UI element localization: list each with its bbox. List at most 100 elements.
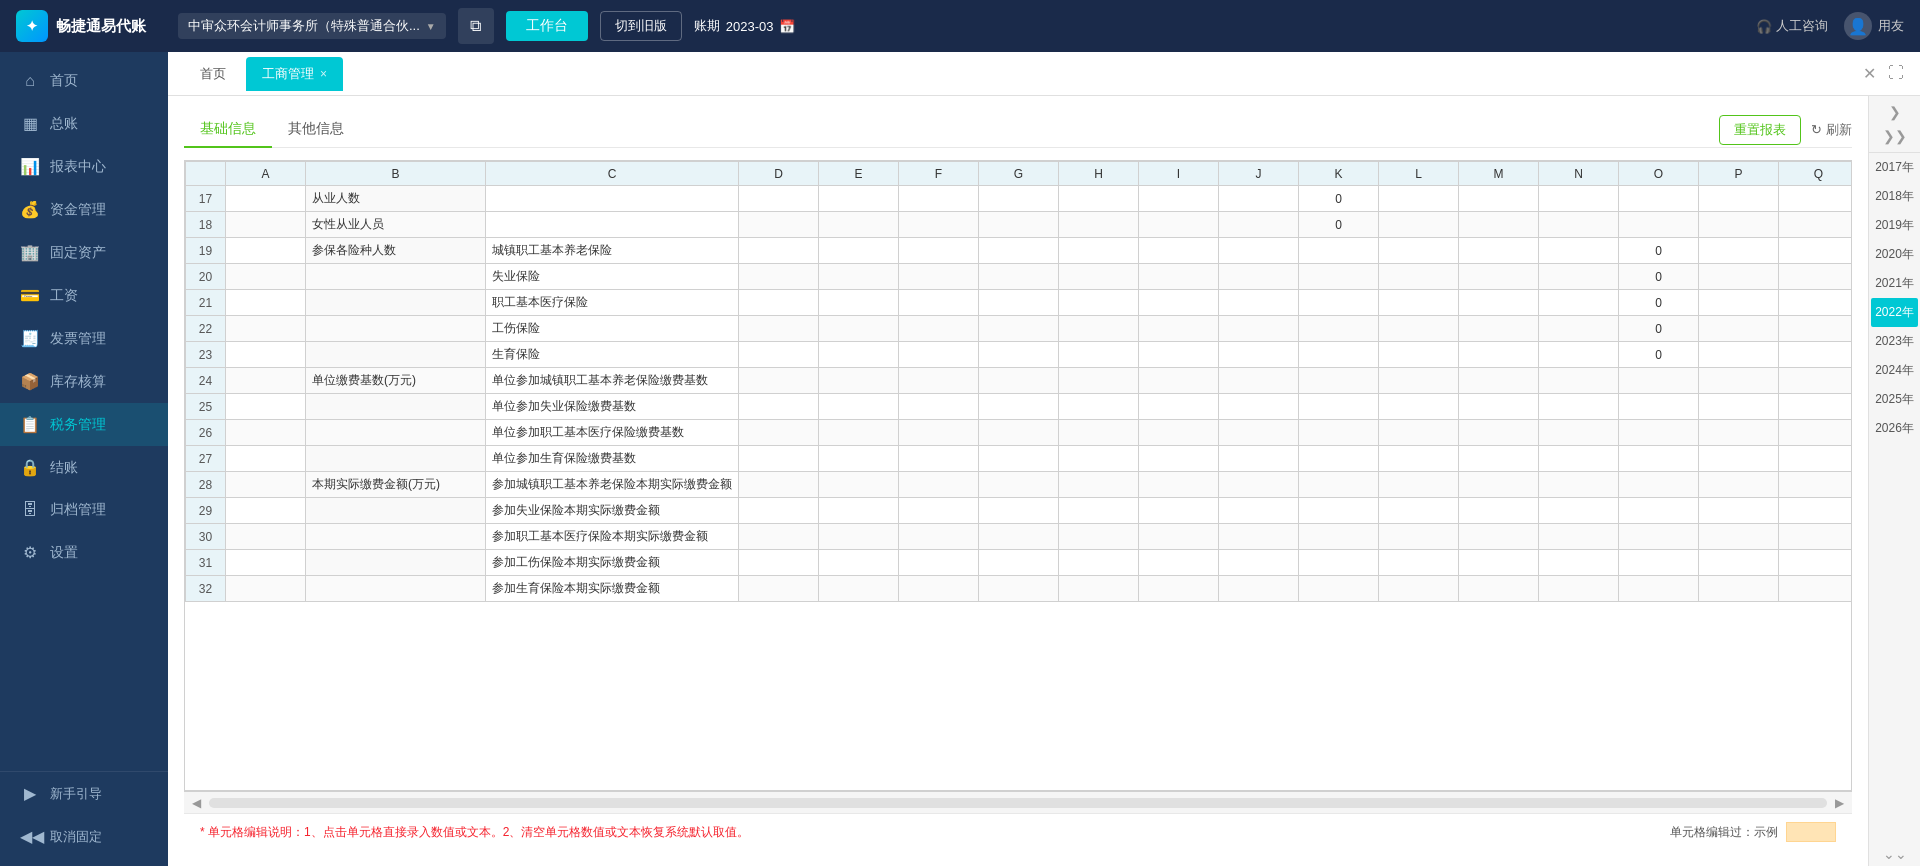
cell-o[interactable] [1619,446,1699,472]
year-item[interactable]: 2017年 [1871,153,1918,182]
cell-c[interactable]: 单位参加城镇职工基本养老保险缴费基数 [486,368,739,394]
table-row[interactable]: 21职工基本医疗保险0 [186,290,1853,316]
sidebar-item-ledger[interactable]: ▦ 总账 [0,102,168,145]
spreadsheet-wrapper[interactable]: A B C D E F G H I J K L [184,160,1852,791]
cell-m[interactable] [1459,524,1539,550]
sidebar-item-assets[interactable]: 🏢 固定资产 [0,231,168,274]
cell-j[interactable] [1219,420,1299,446]
cell-l[interactable] [1379,290,1459,316]
year-item[interactable]: 2024年 [1871,356,1918,385]
cell-a[interactable] [226,550,306,576]
cell-c[interactable]: 城镇职工基本养老保险 [486,238,739,264]
cell-o[interactable] [1619,524,1699,550]
cell-c[interactable] [486,212,739,238]
cell-k[interactable] [1299,550,1379,576]
cell-i[interactable] [1139,394,1219,420]
table-row[interactable]: 28本期实际缴费金额(万元)参加城镇职工基本养老保险本期实际缴费金额 [186,472,1853,498]
cell-m[interactable] [1459,212,1539,238]
cell-p[interactable] [1699,186,1779,212]
sidebar-item-funds[interactable]: 💰 资金管理 [0,188,168,231]
cell-j[interactable] [1219,368,1299,394]
cell-j[interactable] [1219,550,1299,576]
cell-e[interactable] [819,550,899,576]
cell-j[interactable] [1219,394,1299,420]
cell-j[interactable] [1219,472,1299,498]
cell-q[interactable] [1779,212,1853,238]
cell-i[interactable] [1139,238,1219,264]
company-selector[interactable]: 中审众环会计师事务所（特殊普通合伙... ▼ [178,13,446,39]
cell-a[interactable] [226,498,306,524]
cell-h[interactable] [1059,446,1139,472]
year-item[interactable]: 2025年 [1871,385,1918,414]
cell-d[interactable] [739,472,819,498]
cell-g[interactable] [979,342,1059,368]
sidebar-item-tax[interactable]: 📋 税务管理 [0,403,168,446]
cell-f[interactable] [899,498,979,524]
cell-o[interactable]: 0 [1619,316,1699,342]
cell-f[interactable] [899,316,979,342]
cell-e[interactable] [819,446,899,472]
cell-n[interactable] [1539,472,1619,498]
cell-k[interactable] [1299,264,1379,290]
sidebar-item-inventory[interactable]: 📦 库存核算 [0,360,168,403]
cell-a[interactable] [226,420,306,446]
table-row[interactable]: 17从业人数0 [186,186,1853,212]
cell-d[interactable] [739,290,819,316]
cell-k[interactable] [1299,290,1379,316]
cell-g[interactable] [979,394,1059,420]
cell-k[interactable] [1299,368,1379,394]
cell-k[interactable] [1299,446,1379,472]
cell-b[interactable] [306,446,486,472]
workbench-button[interactable]: 工作台 [506,11,588,41]
cell-c[interactable]: 参加生育保险本期实际缴费金额 [486,576,739,602]
year-item[interactable]: 2020年 [1871,240,1918,269]
cell-g[interactable] [979,368,1059,394]
cell-d[interactable] [739,342,819,368]
cell-o[interactable] [1619,576,1699,602]
cell-a[interactable] [226,186,306,212]
cell-a[interactable] [226,342,306,368]
cell-f[interactable] [899,368,979,394]
cell-q[interactable] [1779,368,1853,394]
sidebar-item-guide[interactable]: ▶ 新手引导 [0,772,168,815]
cell-g[interactable] [979,524,1059,550]
table-row[interactable]: 30参加职工基本医疗保险本期实际缴费金额 [186,524,1853,550]
table-row[interactable]: 19参保各险种人数城镇职工基本养老保险0 [186,238,1853,264]
cell-l[interactable] [1379,498,1459,524]
cell-h[interactable] [1059,212,1139,238]
cell-m[interactable] [1459,394,1539,420]
cell-c[interactable]: 工伤保险 [486,316,739,342]
cell-k[interactable]: 0 [1299,186,1379,212]
cell-q[interactable] [1779,186,1853,212]
cell-c[interactable]: 单位参加失业保险缴费基数 [486,394,739,420]
cell-a[interactable] [226,264,306,290]
cell-c[interactable]: 参加失业保险本期实际缴费金额 [486,498,739,524]
cell-q[interactable] [1779,498,1853,524]
cell-e[interactable] [819,498,899,524]
cell-d[interactable] [739,186,819,212]
cell-p[interactable] [1699,420,1779,446]
cell-c[interactable]: 生育保险 [486,342,739,368]
sidebar-item-close[interactable]: 🔒 结账 [0,446,168,489]
tab-business[interactable]: 工商管理 × [246,57,343,91]
cell-e[interactable] [819,186,899,212]
cell-e[interactable] [819,472,899,498]
cell-p[interactable] [1699,238,1779,264]
cell-k[interactable] [1299,342,1379,368]
cell-m[interactable] [1459,472,1539,498]
cell-g[interactable] [979,186,1059,212]
year-item[interactable]: 2018年 [1871,182,1918,211]
cell-h[interactable] [1059,472,1139,498]
scroll-left-icon[interactable]: ◀ [188,796,205,810]
cell-o[interactable] [1619,420,1699,446]
cell-l[interactable] [1379,264,1459,290]
cell-g[interactable] [979,212,1059,238]
cell-c[interactable] [486,186,739,212]
cell-d[interactable] [739,576,819,602]
cell-g[interactable] [979,446,1059,472]
cell-o[interactable] [1619,472,1699,498]
tab-home[interactable]: 首页 [184,57,242,91]
cell-f[interactable] [899,290,979,316]
table-row[interactable]: 18女性从业人员0 [186,212,1853,238]
cell-q[interactable] [1779,472,1853,498]
